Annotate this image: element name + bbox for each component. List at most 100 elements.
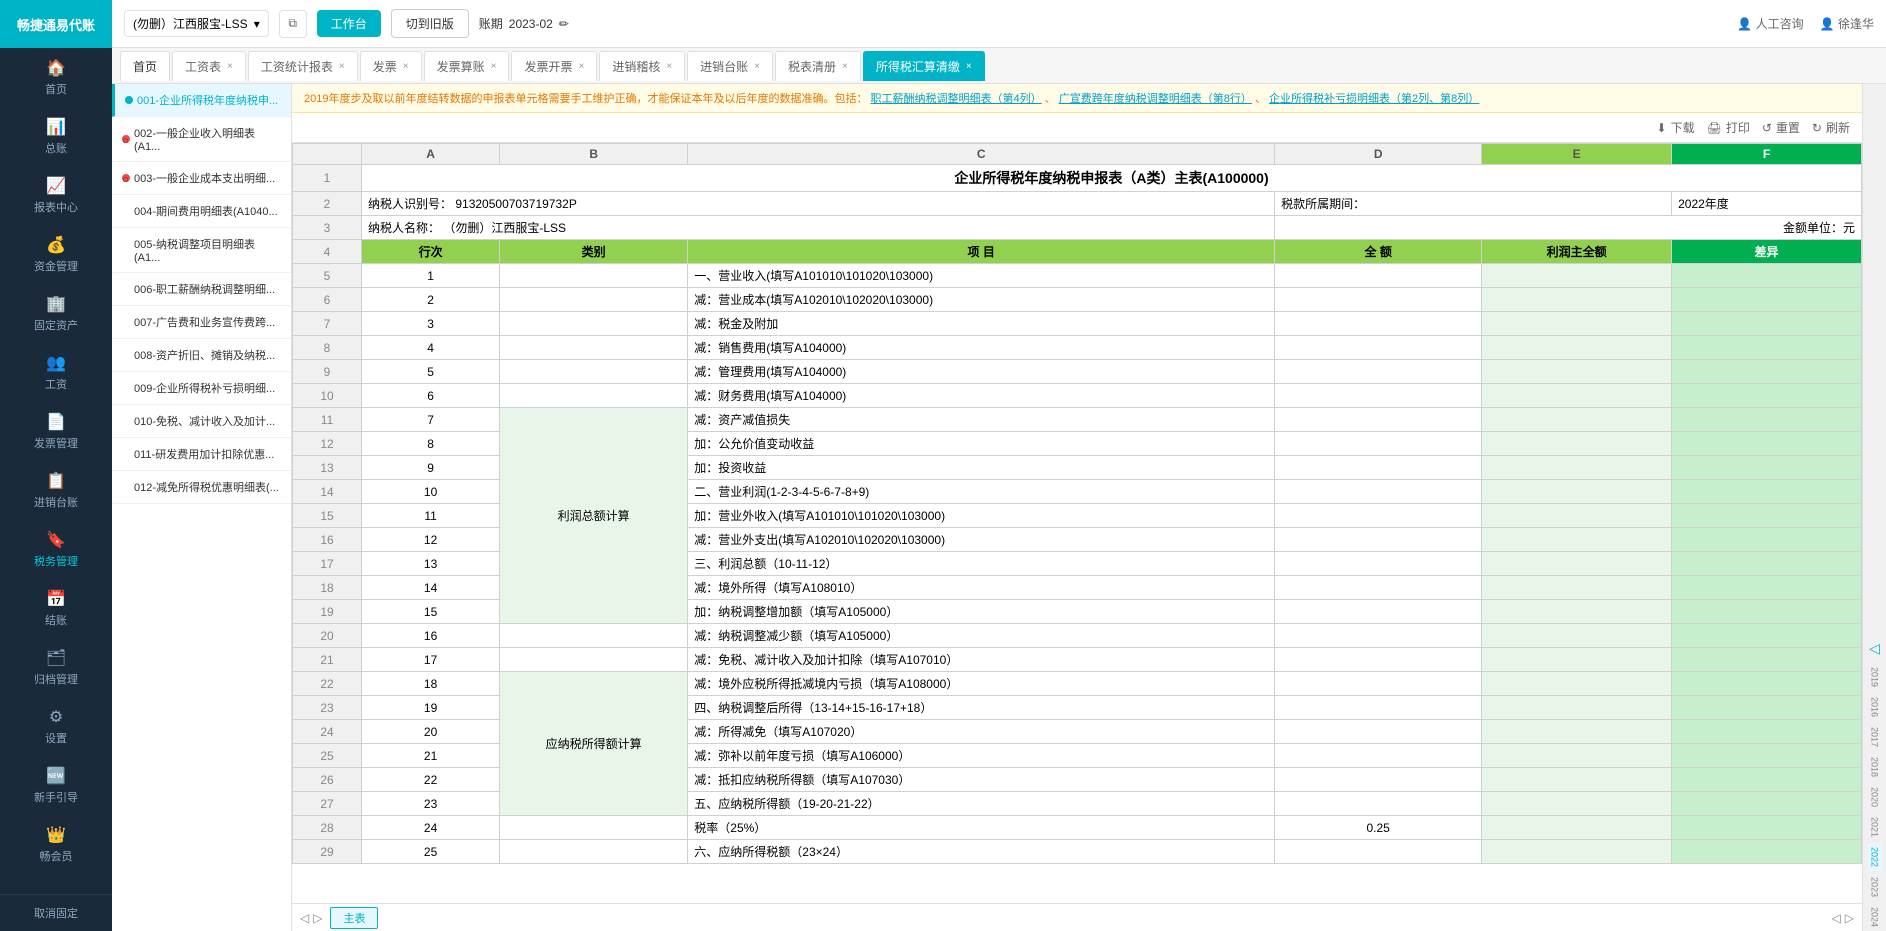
tab-sales-verify-close[interactable]: ×	[666, 61, 672, 72]
timeline-2017[interactable]: 2017	[1868, 723, 1882, 751]
timeline-2021[interactable]: 2021	[1868, 813, 1882, 841]
timeline-2022[interactable]: 2022	[1868, 843, 1882, 871]
amount-4	[1275, 336, 1482, 360]
warning-link-3[interactable]: 企业所得税补亏损明细表（第2列、第8列）	[1269, 93, 1479, 105]
timeline-2018[interactable]: 2018	[1868, 753, 1882, 781]
tab-payroll[interactable]: 工资表 ×	[172, 51, 246, 81]
switch-version-button[interactable]: 切到旧版	[391, 9, 469, 38]
profit-22	[1482, 768, 1672, 792]
nav-prev-icon[interactable]: ◁	[300, 911, 309, 925]
line-num-13: 13	[362, 552, 500, 576]
sidebar-item-member-label: 畅会员	[40, 848, 73, 864]
tab-sales-account-close[interactable]: ×	[754, 61, 760, 72]
tab-payroll-stat-close[interactable]: ×	[339, 61, 345, 72]
refresh-button[interactable]: ↻ 刷新	[1812, 119, 1850, 136]
row-num-4: 8	[293, 336, 362, 360]
sidebar-item-capital-label: 资金管理	[34, 258, 78, 274]
tab-invoice-close[interactable]: ×	[403, 61, 409, 72]
reset-button[interactable]: ↺ 重置	[1762, 119, 1800, 136]
download-button[interactable]: ⬇ 下载	[1657, 119, 1695, 136]
line-num-12: 12	[362, 528, 500, 552]
profit-1	[1482, 264, 1672, 288]
sidebar-item-new-guide[interactable]: 🆕 新手引导	[0, 756, 112, 815]
left-panel-item-008[interactable]: 008-资产折旧、摊销及纳税...	[112, 339, 291, 372]
tab-tax-summary[interactable]: 税表清册 ×	[775, 51, 861, 81]
line-num-15: 15	[362, 600, 500, 624]
sheet-tab-main[interactable]: 主表	[330, 907, 378, 929]
category-empty	[500, 648, 688, 672]
tab-tax-summary-close[interactable]: ×	[842, 61, 848, 72]
sidebar-item-settings[interactable]: ⚙ 设置	[0, 697, 112, 756]
edit-account-icon[interactable]: ✏	[559, 17, 569, 31]
sidebar-item-member[interactable]: 👑 畅会员	[0, 815, 112, 874]
item-9: 加：投资收益	[688, 456, 1275, 480]
sidebar-item-sales-ledger[interactable]: 📋 进销台账	[0, 461, 112, 520]
unpin-label: 取消固定	[34, 908, 78, 920]
left-panel-item-003[interactable]: ○ 003-一般企业成本支出明细...	[112, 162, 291, 195]
left-panel-item-006[interactable]: 006-职工薪酬纳税调整明细...	[112, 273, 291, 306]
tab-payroll-stat[interactable]: 工资统计报表 ×	[248, 51, 358, 81]
left-panel-item-002[interactable]: ○ 002-一般企业收入明细表(A1...	[112, 117, 291, 162]
left-panel-item-007[interactable]: 007-广告费和业务宣传费跨...	[112, 306, 291, 339]
tab-sales-verify[interactable]: 进销稽核 ×	[599, 51, 685, 81]
copy-icon: ⧉	[288, 16, 297, 31]
refresh-icon: ↻	[1812, 121, 1822, 135]
sidebar-item-general-ledger[interactable]: 📊 总账	[0, 107, 112, 166]
profit-23	[1482, 792, 1672, 816]
warning-link-1[interactable]: 职工薪酬纳税调整明细表（第4列）	[871, 93, 1042, 105]
sidebar-nav: 🏠 首页 📊 总账 📈 报表中心 💰 资金管理 🏢 固定资产 👥 工资 📄 发票…	[0, 48, 112, 894]
spreadsheet-container[interactable]: A B C D E F 1 企业所得税年度纳税申报表（A类）主表(A100000…	[292, 143, 1862, 903]
sidebar-item-invoice-mgmt[interactable]: 📄 发票管理	[0, 402, 112, 461]
diff-1	[1672, 264, 1862, 288]
amount-19	[1275, 696, 1482, 720]
print-button[interactable]: 🖨 打印	[1707, 119, 1750, 136]
timeline-2024[interactable]: 2024	[1868, 903, 1882, 931]
sidebar-item-report-center[interactable]: 📈 报表中心	[0, 166, 112, 225]
timeline-2019[interactable]: 2019	[1868, 663, 1882, 691]
left-panel-item-010[interactable]: 010-免税、减计收入及加计...	[112, 405, 291, 438]
tab-home[interactable]: 首页	[120, 51, 170, 81]
row-num-header: 4	[293, 240, 362, 264]
sidebar-item-closing[interactable]: 📅 结账	[0, 579, 112, 638]
table-row: 2824税率（25%）0.25	[293, 816, 1862, 840]
tab-invoice-calc[interactable]: 发票算账 ×	[424, 51, 510, 81]
timeline-2016[interactable]: 2016	[1868, 693, 1882, 721]
tab-payroll-close[interactable]: ×	[227, 61, 233, 72]
scroll-left-icon[interactable]: ◁	[1832, 911, 1841, 925]
tab-invoice-calc-close[interactable]: ×	[491, 61, 497, 72]
sidebar-item-tax-mgmt[interactable]: 🔖 税务管理	[0, 520, 112, 579]
left-panel-item-001[interactable]: 001-企业所得税年度纳税申...	[112, 84, 291, 117]
sidebar-item-home[interactable]: 🏠 首页	[0, 48, 112, 107]
left-panel-item-004[interactable]: 004-期间费用明细表(A1040...	[112, 195, 291, 228]
user-service-button[interactable]: 👤 人工咨询	[1737, 15, 1803, 32]
tab-payroll-stat-label: 工资统计报表	[261, 58, 333, 75]
company-select[interactable]: (勿删）江西服宝-LSS ▾	[124, 10, 269, 37]
warning-link-2[interactable]: 广宣费跨年度纳税调整明细表（第8行）	[1059, 93, 1252, 105]
tab-income-tax-close[interactable]: ×	[966, 61, 972, 72]
left-panel-item-011[interactable]: 011-研发费用加计扣除优惠...	[112, 438, 291, 471]
left-panel-item-009[interactable]: 009-企业所得税补亏损明细...	[112, 372, 291, 405]
timeline-2020[interactable]: 2020	[1868, 783, 1882, 811]
category-empty	[500, 360, 688, 384]
sidebar-item-payroll[interactable]: 👥 工资	[0, 343, 112, 402]
profit-13	[1482, 552, 1672, 576]
timeline-2023[interactable]: 2023	[1868, 873, 1882, 901]
scroll-right-icon[interactable]: ▷	[1845, 911, 1854, 925]
tab-invoice-open[interactable]: 发票开票 ×	[511, 51, 597, 81]
nav-next-icon[interactable]: ▷	[313, 911, 322, 925]
user-avatar[interactable]: 👤 徐逢华	[1820, 15, 1874, 32]
copy-button[interactable]: ⧉	[279, 10, 307, 38]
workbench-button[interactable]: 工作台	[317, 10, 381, 37]
unpin-button[interactable]: 取消固定	[0, 894, 112, 931]
left-panel-item-005[interactable]: 005-纳税调整项目明细表(A1...	[112, 228, 291, 273]
left-panel-item-012[interactable]: 012-减免所得税优惠明细表(...	[112, 471, 291, 504]
tab-invoice[interactable]: 发票 ×	[360, 51, 422, 81]
sidebar-item-archive-mgmt[interactable]: 🗂 归档管理	[0, 638, 112, 697]
timeline-expand-button[interactable]: ◁	[1869, 640, 1880, 657]
tab-invoice-open-close[interactable]: ×	[578, 61, 584, 72]
sidebar-item-fixed-assets[interactable]: 🏢 固定资产	[0, 284, 112, 343]
sidebar-item-capital-mgmt[interactable]: 💰 资金管理	[0, 225, 112, 284]
col-header-c: C	[688, 144, 1275, 165]
tab-income-tax[interactable]: 所得税汇算清缴 ×	[863, 51, 985, 81]
tab-sales-account[interactable]: 进销台账 ×	[687, 51, 773, 81]
